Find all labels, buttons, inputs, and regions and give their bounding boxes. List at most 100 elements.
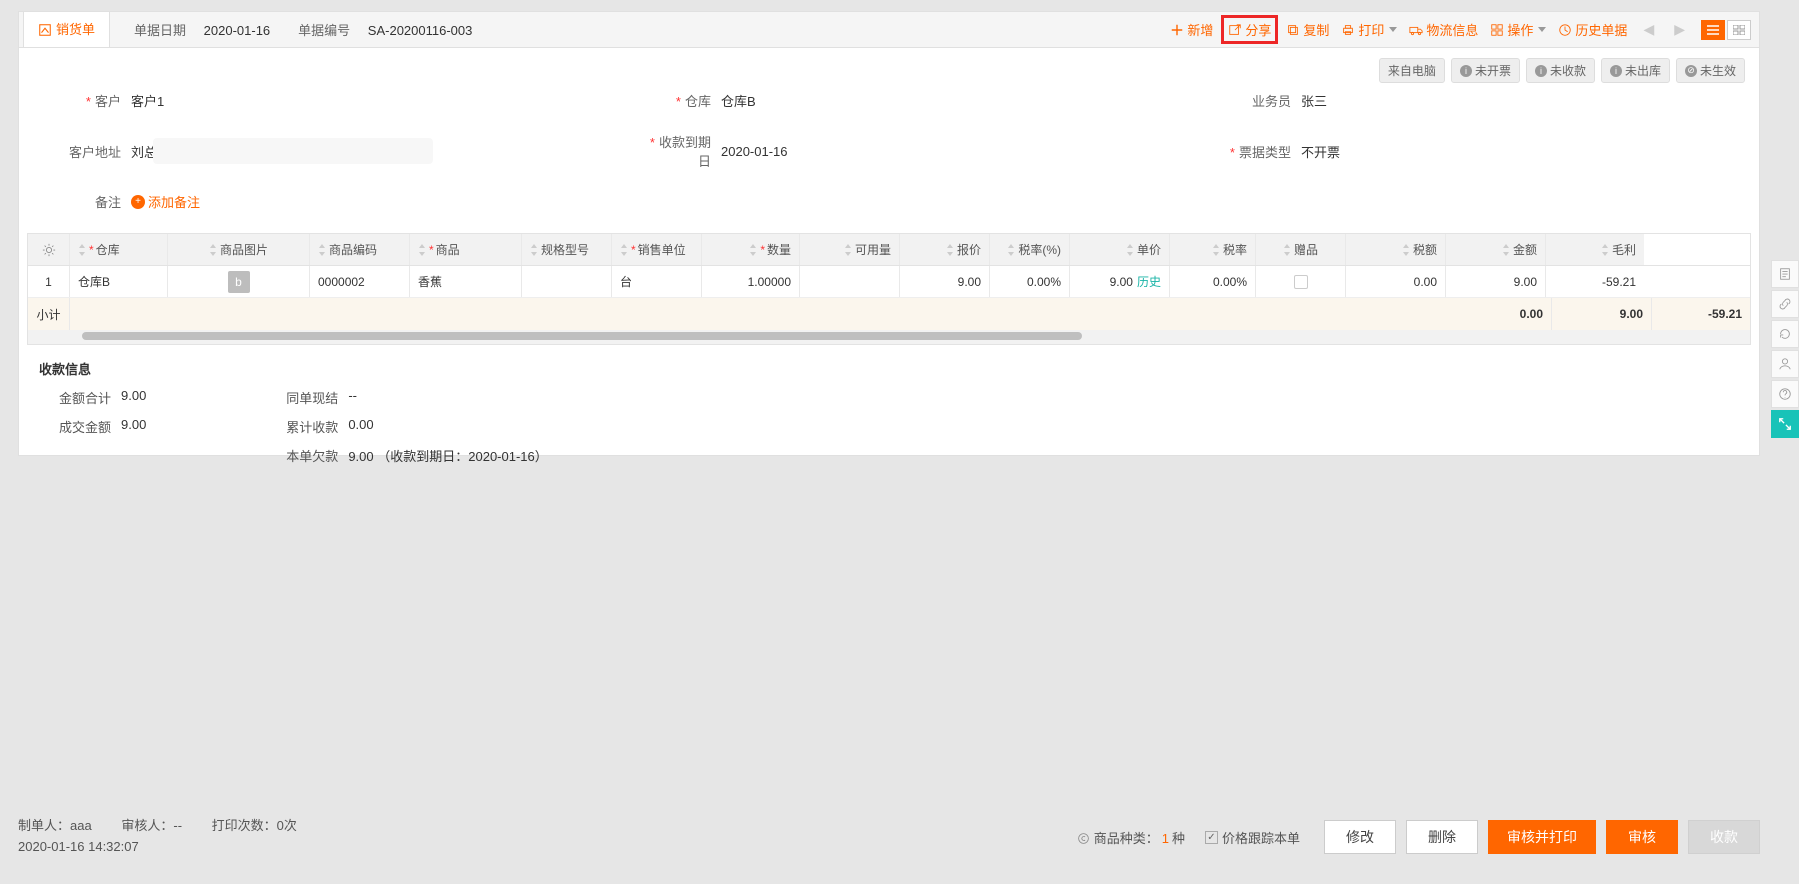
- subtotal-gross: -59.21: [1652, 298, 1750, 330]
- value-accrued: 0.00: [348, 417, 373, 436]
- delete-button[interactable]: 删除: [1406, 820, 1478, 854]
- cell-code[interactable]: 0000002: [310, 266, 410, 297]
- panel-user[interactable]: [1771, 350, 1799, 378]
- action-history[interactable]: 历史单据: [1558, 20, 1627, 39]
- value-warehouse[interactable]: 仓库B: [721, 91, 756, 110]
- value-customer[interactable]: 客户1: [131, 91, 164, 110]
- label-total: 金额合计: [39, 388, 111, 407]
- footer-meta: 制单人：aaa 审核人：-- 打印次数：0次 2020-01-16 14:32:…: [18, 816, 297, 858]
- table-row[interactable]: 1 仓库B b 0000002 香蕉 台 1.00000 9.00 0.00% …: [28, 266, 1750, 298]
- col-taxamt[interactable]: 税额: [1346, 234, 1446, 265]
- subtotal-amount: 9.00: [1552, 298, 1652, 330]
- highlight-share: 分享: [1221, 15, 1278, 44]
- cell-unit[interactable]: 台: [612, 266, 702, 297]
- col-code[interactable]: 商品编码: [310, 234, 410, 265]
- panel-doc[interactable]: [1771, 260, 1799, 288]
- right-floating-panel: [1771, 260, 1799, 438]
- price-history-link[interactable]: 历史: [1137, 273, 1161, 290]
- add-remark-button[interactable]: +添加备注: [131, 192, 200, 211]
- cell-spec[interactable]: [522, 266, 612, 297]
- label-deal: 成交金额: [39, 417, 111, 436]
- refresh-icon: [1778, 327, 1792, 341]
- scroll-thumb[interactable]: [82, 332, 1082, 340]
- col-amount[interactable]: 金额: [1446, 234, 1546, 265]
- page-prev[interactable]: ◀: [1639, 21, 1658, 38]
- items-table: 仓库 商品图片 商品编码 商品 规格型号 销售单位 数量 可用量 报价 税率(%…: [27, 233, 1751, 345]
- cell-gift[interactable]: [1256, 266, 1346, 297]
- payment-title: 收款信息: [39, 359, 1739, 378]
- panel-expand[interactable]: [1771, 410, 1799, 438]
- cell-qty[interactable]: 1.00000: [702, 266, 800, 297]
- col-spec[interactable]: 规格型号: [522, 234, 612, 265]
- tab-label: 销货单: [56, 12, 95, 48]
- col-warehouse[interactable]: 仓库: [70, 234, 168, 265]
- view-grid[interactable]: [1727, 20, 1751, 40]
- action-new[interactable]: 新增: [1170, 20, 1213, 39]
- col-settings[interactable]: [28, 234, 70, 265]
- subtotal-label: 小计: [28, 298, 70, 330]
- col-avail[interactable]: 可用量: [800, 234, 900, 265]
- badge-source: 来自电脑: [1379, 58, 1445, 83]
- value-settle: --: [348, 388, 357, 407]
- label-addr: 客户地址: [49, 142, 121, 161]
- price-follow-checkbox[interactable]: ✓ 价格跟踪本单: [1205, 828, 1300, 847]
- action-share[interactable]: 分享: [1228, 20, 1271, 39]
- col-qty[interactable]: 数量: [702, 234, 800, 265]
- cell-gross: -59.21: [1546, 266, 1644, 297]
- label-settle: 同单现结: [266, 388, 338, 407]
- action-logistics[interactable]: 物流信息: [1409, 20, 1478, 39]
- col-product[interactable]: 商品: [410, 234, 522, 265]
- history-icon: [1558, 23, 1572, 37]
- value-owe: 9.00 （收款到期日：2020-01-16）: [348, 446, 547, 465]
- cell-quote[interactable]: 9.00: [900, 266, 990, 297]
- view-list[interactable]: [1701, 20, 1725, 40]
- audit-print-button[interactable]: 审核并打印: [1488, 820, 1596, 854]
- edit-button[interactable]: 修改: [1324, 820, 1396, 854]
- badge-not-effective: ⊘未生效: [1676, 58, 1745, 83]
- tab-sales-order[interactable]: 销货单: [23, 11, 110, 47]
- cell-price[interactable]: 9.00历史: [1070, 266, 1170, 297]
- cell-warehouse[interactable]: 仓库B: [70, 266, 168, 297]
- col-rate[interactable]: 税率(%): [990, 234, 1070, 265]
- col-gift[interactable]: 赠品: [1256, 234, 1346, 265]
- addr-redacted: [153, 138, 433, 164]
- gift-checkbox[interactable]: [1294, 275, 1308, 289]
- cell-rate[interactable]: 0.00%: [990, 266, 1070, 297]
- badge-not-collected: i未收款: [1526, 58, 1595, 83]
- panel-refresh[interactable]: [1771, 320, 1799, 348]
- collect-button[interactable]: 收款: [1688, 820, 1760, 854]
- col-image[interactable]: 商品图片: [168, 234, 310, 265]
- action-copy[interactable]: 复制: [1286, 20, 1329, 39]
- print-icon: [1341, 23, 1355, 37]
- value-sales[interactable]: 张三: [1301, 91, 1327, 110]
- action-ops[interactable]: 操作: [1490, 20, 1546, 39]
- document-card: 销货单 单据日期 2020-01-16 单据编号 SA-20200116-003…: [18, 11, 1760, 456]
- doc-icon: [1778, 267, 1792, 281]
- grid2-icon: [1733, 25, 1745, 35]
- cell-image[interactable]: b: [168, 266, 310, 297]
- col-taxrate[interactable]: 税率: [1170, 234, 1256, 265]
- panel-help[interactable]: [1771, 380, 1799, 408]
- value-due[interactable]: 2020-01-16: [721, 144, 788, 159]
- label-due: 收款到期日: [639, 132, 711, 170]
- product-kind-count: 商品种类：1种: [1077, 828, 1185, 847]
- col-quote[interactable]: 报价: [900, 234, 990, 265]
- action-print[interactable]: 打印: [1341, 20, 1397, 39]
- col-price[interactable]: 单价: [1070, 234, 1170, 265]
- col-gross[interactable]: 毛利: [1546, 234, 1644, 265]
- info-icon: i: [1610, 65, 1622, 77]
- label-invoice-type: 票据类型: [1219, 142, 1291, 161]
- gear-icon: [42, 243, 56, 257]
- horizontal-scrollbar[interactable]: [28, 330, 1750, 344]
- cell-product[interactable]: 香蕉: [410, 266, 522, 297]
- info-icon: i: [1535, 65, 1547, 77]
- page-next[interactable]: ▶: [1670, 21, 1689, 38]
- col-unit[interactable]: 销售单位: [612, 234, 702, 265]
- cell-taxrate[interactable]: 0.00%: [1170, 266, 1256, 297]
- audit-button[interactable]: 审核: [1606, 820, 1678, 854]
- cell-taxamt: 0.00: [1346, 266, 1446, 297]
- panel-link[interactable]: [1771, 290, 1799, 318]
- truck-icon: [1409, 23, 1423, 37]
- caret-down-icon: [1389, 27, 1397, 32]
- value-invoice-type[interactable]: 不开票: [1301, 142, 1340, 161]
